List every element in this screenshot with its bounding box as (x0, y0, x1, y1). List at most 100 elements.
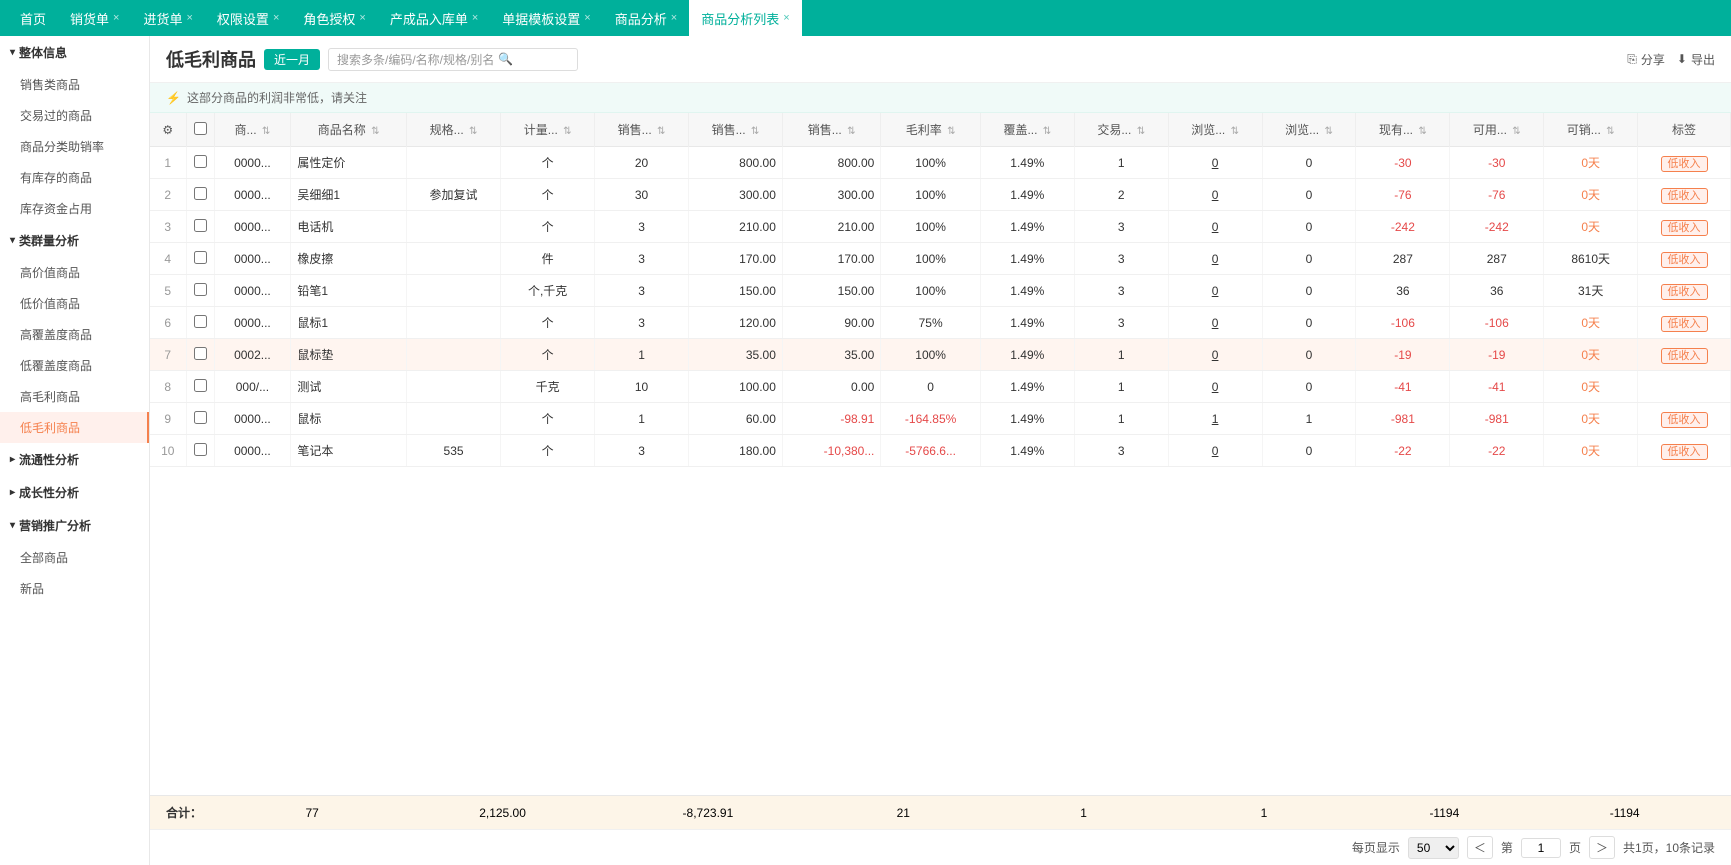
nav-product-analysis-list-close[interactable]: × (783, 12, 789, 24)
table-container[interactable]: ⚙ 商... ⇅ 商品名称 ⇅ 规格... ⇅ 计量... ⇅ 销售... ⇅ … (150, 113, 1731, 795)
col-unit[interactable]: 计量... ⇅ (501, 113, 595, 147)
nav-permissions-close[interactable]: × (273, 12, 279, 24)
col-qty[interactable]: 销售... ⇅ (595, 113, 689, 147)
search-box[interactable]: 搜索多条/编码/名称/规格/别名 🔍 (328, 48, 578, 71)
row-view1-val[interactable]: 0 (1212, 444, 1219, 458)
nav-purchase[interactable]: 进货单 × (131, 0, 204, 36)
sidebar-item-high-value[interactable]: 高价值商品 (0, 257, 149, 288)
sidebar-item-low-value[interactable]: 低价值商品 (0, 288, 149, 319)
share-button[interactable]: ⎘ 分享 (1627, 51, 1665, 68)
col-settings[interactable]: ⚙ (150, 113, 186, 147)
row-checkbox-cell[interactable] (186, 371, 214, 403)
sidebar-section-group[interactable]: ▾ 类群量分析 (0, 224, 149, 257)
row-view1-val[interactable]: 0 (1212, 252, 1219, 266)
row-checkbox[interactable] (194, 155, 207, 168)
col-price[interactable]: 销售... ⇅ (688, 113, 782, 147)
col-view1[interactable]: 浏览... ⇅ (1168, 113, 1262, 147)
row-view1[interactable]: 0 (1168, 435, 1262, 467)
sidebar-item-low-margin[interactable]: 低毛利商品 (0, 412, 149, 443)
prev-page-button[interactable]: ＜ (1467, 836, 1493, 859)
search-icon[interactable]: 🔍 (498, 52, 513, 66)
sidebar-item-low-coverage[interactable]: 低覆盖度商品 (0, 350, 149, 381)
nav-sales[interactable]: 销货单 × (58, 0, 131, 36)
row-checkbox[interactable] (194, 283, 207, 296)
row-view1[interactable]: 0 (1168, 275, 1262, 307)
row-checkbox[interactable] (194, 315, 207, 328)
col-coverage[interactable]: 覆盖... ⇅ (980, 113, 1074, 147)
sidebar-item-stock-funds[interactable]: 库存资金占用 (0, 193, 149, 224)
row-checkbox[interactable] (194, 187, 207, 200)
sidebar-item-category-rate[interactable]: 商品分类助销率 (0, 131, 149, 162)
sidebar-item-all-goods[interactable]: 全部商品 (0, 542, 149, 573)
row-view1[interactable]: 0 (1168, 211, 1262, 243)
col-tag[interactable]: 标签 (1638, 113, 1731, 147)
row-view1[interactable]: 0 (1168, 339, 1262, 371)
col-amount[interactable]: 销售... ⇅ (782, 113, 880, 147)
sidebar-item-traded-goods[interactable]: 交易过的商品 (0, 100, 149, 131)
nav-roles[interactable]: 角色授权 × (291, 0, 377, 36)
row-checkbox-cell[interactable] (186, 275, 214, 307)
nav-permissions[interactable]: 权限设置 × (205, 0, 291, 36)
row-checkbox[interactable] (194, 219, 207, 232)
col-name[interactable]: 商品名称 ⇅ (291, 113, 407, 147)
col-current[interactable]: 现有... ⇅ (1356, 113, 1450, 147)
export-button[interactable]: ⬇ 导出 (1677, 51, 1715, 68)
row-checkbox[interactable] (194, 443, 207, 456)
page-input[interactable] (1521, 838, 1561, 858)
row-checkbox[interactable] (194, 347, 207, 360)
row-view1-val[interactable]: 0 (1212, 316, 1219, 330)
sidebar-section-growth[interactable]: ▸ 成长性分析 (0, 476, 149, 509)
row-view1-val[interactable]: 0 (1212, 188, 1219, 202)
next-page-button[interactable]: ＞ (1589, 836, 1615, 859)
nav-product-analysis[interactable]: 商品分析 × (603, 0, 689, 36)
row-checkbox[interactable] (194, 411, 207, 424)
date-filter-button[interactable]: 近一月 (264, 49, 320, 70)
row-view1-val[interactable]: 0 (1212, 156, 1219, 170)
nav-template-settings-close[interactable]: × (584, 12, 590, 24)
nav-product-analysis-list[interactable]: 商品分析列表 × (689, 0, 801, 36)
row-view1[interactable]: 0 (1168, 147, 1262, 179)
sidebar-item-stock-goods[interactable]: 有库存的商品 (0, 162, 149, 193)
sidebar-section-overall[interactable]: ▾ 整体信息 (0, 36, 149, 69)
nav-product-entry-close[interactable]: × (472, 12, 478, 24)
sidebar-item-sales-goods[interactable]: 销售类商品 (0, 69, 149, 100)
col-code[interactable]: 商... ⇅ (214, 113, 291, 147)
select-all-checkbox[interactable] (194, 122, 207, 135)
page-size-select[interactable]: 50 100 200 (1408, 837, 1459, 859)
row-checkbox-cell[interactable] (186, 339, 214, 371)
row-checkbox-cell[interactable] (186, 435, 214, 467)
row-view1[interactable]: 0 (1168, 307, 1262, 339)
sidebar-section-liquidity[interactable]: ▸ 流通性分析 (0, 443, 149, 476)
col-gross-rate[interactable]: 毛利率 ⇅ (881, 113, 981, 147)
row-view1[interactable]: 0 (1168, 243, 1262, 275)
row-view1-val[interactable]: 0 (1212, 284, 1219, 298)
row-view1-val[interactable]: 1 (1212, 412, 1219, 426)
row-checkbox-cell[interactable] (186, 403, 214, 435)
row-view1[interactable]: 0 (1168, 179, 1262, 211)
row-checkbox[interactable] (194, 379, 207, 392)
row-checkbox-cell[interactable] (186, 243, 214, 275)
nav-sales-close[interactable]: × (113, 12, 119, 24)
row-view1-val[interactable]: 0 (1212, 348, 1219, 362)
sidebar-item-high-coverage[interactable]: 高覆盖度商品 (0, 319, 149, 350)
row-view1[interactable]: 1 (1168, 403, 1262, 435)
row-view1-val[interactable]: 0 (1212, 220, 1219, 234)
nav-purchase-close[interactable]: × (186, 12, 192, 24)
nav-home[interactable]: 首页 (8, 0, 58, 36)
sidebar-item-high-margin[interactable]: 高毛利商品 (0, 381, 149, 412)
sidebar-section-marketing[interactable]: ▾ 营销推广分析 (0, 509, 149, 542)
row-checkbox-cell[interactable] (186, 147, 214, 179)
nav-product-analysis-close[interactable]: × (671, 12, 677, 24)
row-view1-val[interactable]: 0 (1212, 380, 1219, 394)
row-checkbox-cell[interactable] (186, 211, 214, 243)
row-checkbox-cell[interactable] (186, 307, 214, 339)
col-sellable[interactable]: 可销... ⇅ (1544, 113, 1638, 147)
col-available[interactable]: 可用... ⇅ (1450, 113, 1544, 147)
col-trade[interactable]: 交易... ⇅ (1074, 113, 1168, 147)
col-checkbox[interactable] (186, 113, 214, 147)
row-checkbox[interactable] (194, 251, 207, 264)
nav-template-settings[interactable]: 单据模板设置 × (490, 0, 602, 36)
sidebar-item-new-goods[interactable]: 新品 (0, 573, 149, 604)
col-view2[interactable]: 浏览... ⇅ (1262, 113, 1356, 147)
row-checkbox-cell[interactable] (186, 179, 214, 211)
